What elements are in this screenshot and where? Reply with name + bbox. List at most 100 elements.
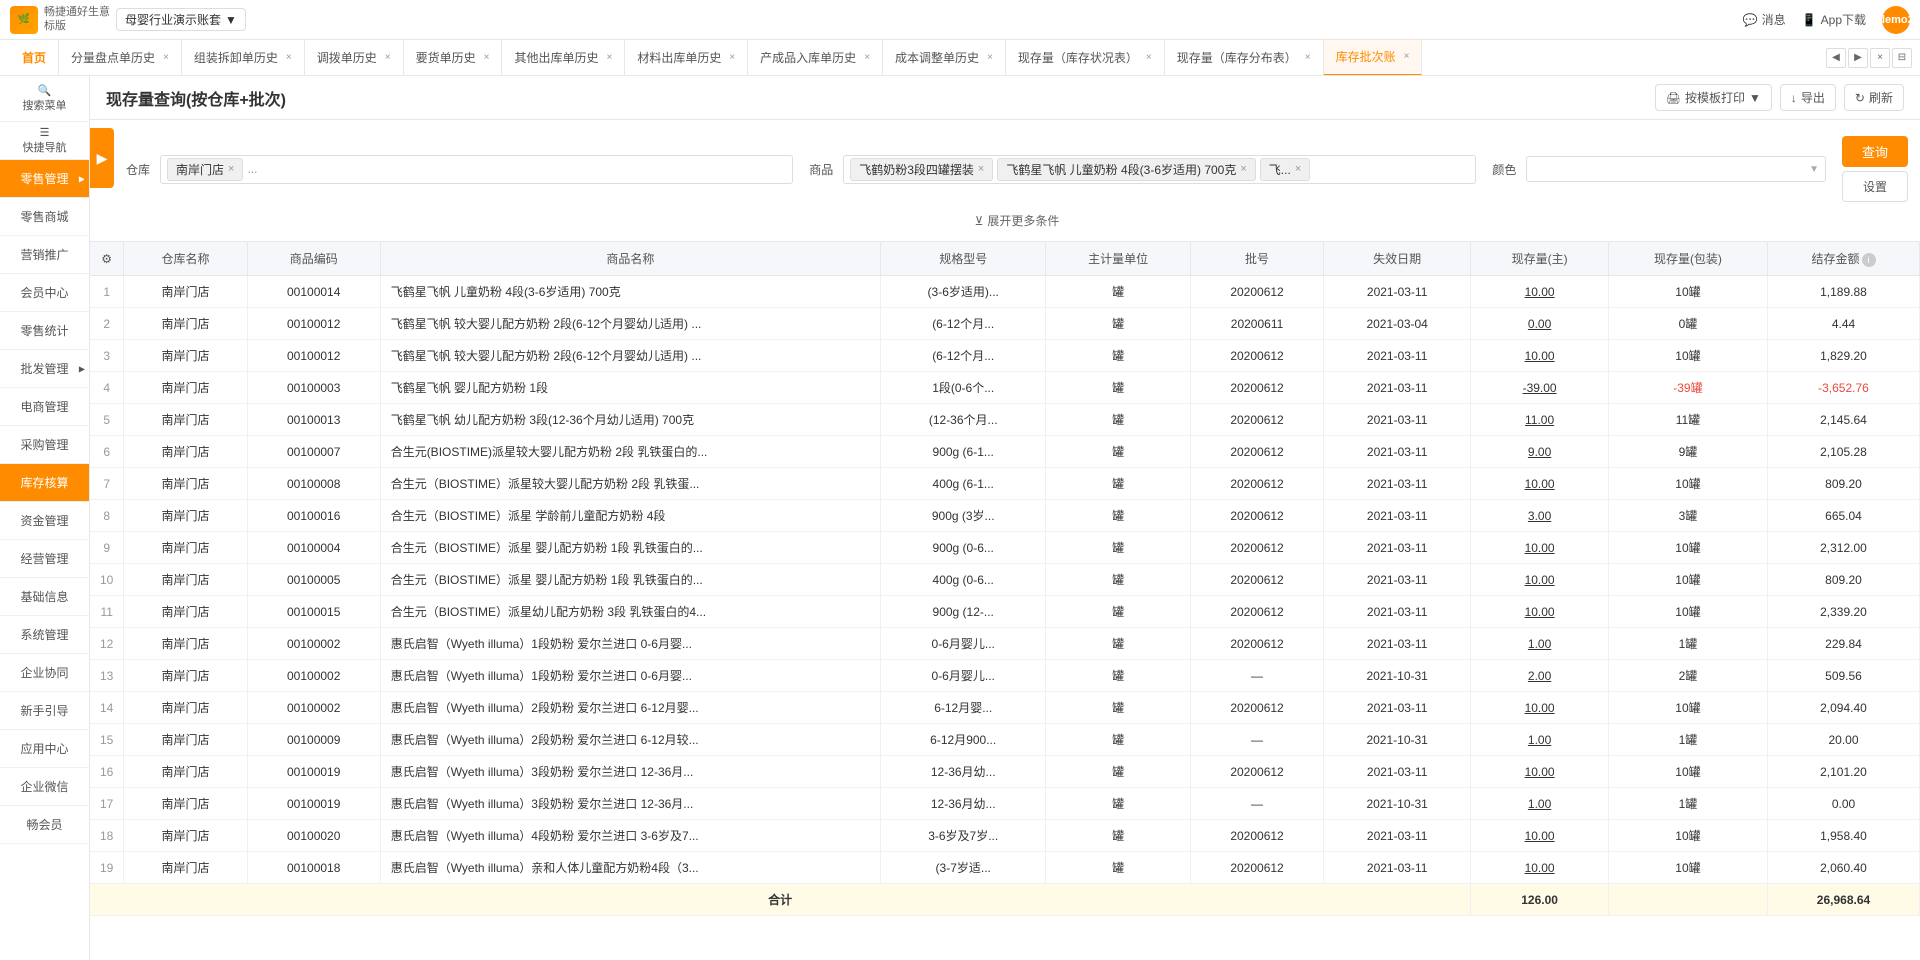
sidebar-item-basics[interactable]: 基础信息 [0,578,89,616]
sidebar-item-appstore[interactable]: 应用中心 [0,730,89,768]
warehouse-tag[interactable]: 南岸门店 × [167,158,243,181]
cell-qty-main[interactable]: 1.00 [1471,724,1609,756]
info-icon[interactable]: i [1862,253,1876,267]
sidebar-item-member2[interactable]: 畅会员 [0,806,89,844]
cell-qty-main[interactable]: 10.00 [1471,756,1609,788]
sidebar-item-inventory[interactable]: 库存核算 [0,464,89,502]
sidebar-quick-nav[interactable]: ☰ 快捷导航 [0,122,89,160]
product-tag-2[interactable]: 飞鹤星飞帆 儿童奶粉 4段(3-6岁适用) 700克 × [997,158,1255,181]
filter-more-dots[interactable]: ... [247,162,257,176]
product-tag-container[interactable]: 飞鹤奶粉3段四罐摆装 × 飞鹤星飞帆 儿童奶粉 4段(3-6岁适用) 700克 … [843,155,1476,184]
tab-cheng-ben[interactable]: 成本调整单历史 × [883,40,1006,76]
tab-xian-cun-kf[interactable]: 现存量（库存分布表） × [1165,40,1324,76]
cell-qty-main[interactable]: 1.00 [1471,788,1609,820]
close-icon[interactable]: × [1404,51,1410,62]
tab-fen-pan[interactable]: 分量盘点单历史 × [59,40,182,76]
close-icon[interactable]: × [163,52,169,63]
cell-qty-main[interactable]: 10.00 [1471,276,1609,308]
gear-icon[interactable]: ⚙ [101,252,112,266]
close-icon[interactable]: × [286,52,292,63]
cell-qty-main[interactable]: 1.00 [1471,628,1609,660]
cell-qty-main[interactable]: 0.00 [1471,308,1609,340]
template-print-button[interactable]: 🖨 按模板打印 ▼ [1655,84,1772,111]
cell-qty-main[interactable]: 10.00 [1471,852,1609,884]
close-icon[interactable]: × [987,52,993,63]
refresh-button[interactable]: ↻ 刷新 [1844,84,1904,111]
cell-qty-main[interactable]: 10.00 [1471,820,1609,852]
export-button[interactable]: ↓ 导出 [1780,84,1836,111]
cell-qty-main[interactable]: 10.00 [1471,468,1609,500]
cell-qty-main[interactable]: 3.00 [1471,500,1609,532]
cell-qty-main[interactable]: 9.00 [1471,436,1609,468]
cell-qty-main[interactable]: 2.00 [1471,660,1609,692]
tab-home[interactable]: 首页 [10,40,59,76]
sidebar-item-enterprise[interactable]: 企业协同 [0,654,89,692]
message-button[interactable]: 💬 消息 [1743,11,1786,28]
tab-diao-bo[interactable]: 调拨单历史 × [305,40,404,76]
close-icon[interactable]: × [864,52,870,63]
tab-cai-liao[interactable]: 材料出库单历史 × [625,40,748,76]
sidebar-item-wholesale[interactable]: 批发管理 ▶ [0,350,89,388]
close-icon[interactable]: × [484,52,490,63]
sidebar-item-mall[interactable]: 零售商城 [0,198,89,236]
close-icon[interactable]: × [1146,52,1152,63]
close-icon[interactable]: × [385,52,391,63]
sidebar-item-guide[interactable]: 新手引导 [0,692,89,730]
table-row: 19 南岸门店 00100018 惠氏启智（Wyeth illuma）亲和人体儿… [90,852,1920,884]
account-selector[interactable]: 母婴行业演示账套 ▼ [116,8,246,31]
sidebar-search[interactable]: 🔍 搜索菜单 [0,76,89,122]
app-download-button[interactable]: 📱 App下载 [1802,11,1866,28]
filter-toggle-button[interactable]: ▶ [90,128,114,188]
sidebar-item-purchase[interactable]: 采购管理 [0,426,89,464]
tab-close-button[interactable]: × [1870,48,1890,68]
tab-chan-cheng[interactable]: 产成品入库单历史 × [748,40,883,76]
cell-warehouse: 南岸门店 [124,724,247,756]
tab-ku-cun[interactable]: 库存批次账 × [1324,40,1423,76]
tab-yao-huo[interactable]: 要货单历史 × [404,40,503,76]
cell-qty-main[interactable]: -39.00 [1471,372,1609,404]
close-icon[interactable]: × [1305,52,1311,63]
tab-menu-button[interactable]: ⊟ [1892,48,1912,68]
tab-prev-button[interactable]: ◀ [1826,48,1846,68]
cell-qty-main[interactable]: 10.00 [1471,340,1609,372]
expand-more-button[interactable]: ⊻ 展开更多条件 [126,208,1908,233]
user-menu[interactable]: demo2 [1882,6,1910,34]
sidebar-item-marketing[interactable]: 营销推广 [0,236,89,274]
cell-spec: (3-6岁适用)... [881,276,1046,308]
tab-qi-ta[interactable]: 其他出库单历史 × [502,40,625,76]
tag-close-icon[interactable]: × [1240,163,1246,175]
close-icon[interactable]: × [729,52,735,63]
cell-qty-main[interactable]: 11.00 [1471,404,1609,436]
product-tag-1[interactable]: 飞鹤奶粉3段四罐摆装 × [850,158,993,181]
product-tag-3[interactable]: 飞... × [1260,158,1310,181]
query-button[interactable]: 查询 [1842,136,1908,167]
tab-zu-zhuang[interactable]: 组装拆卸单历史 × [182,40,305,76]
cell-warehouse: 南岸门店 [124,468,247,500]
sidebar-item-system[interactable]: 系统管理 [0,616,89,654]
sidebar-item-retail-stats[interactable]: 零售统计 [0,312,89,350]
sidebar-item-operations[interactable]: 经营管理 [0,540,89,578]
cell-qty-main[interactable]: 10.00 [1471,692,1609,724]
sidebar-item-wechat[interactable]: 企业微信 [0,768,89,806]
warehouse-tag-container[interactable]: 南岸门店 × ... [160,155,793,184]
close-icon[interactable]: × [606,52,612,63]
sidebar-item-ecommerce[interactable]: 电商管理 [0,388,89,426]
cell-qty-main[interactable]: 10.00 [1471,564,1609,596]
sidebar-item-member[interactable]: 会员中心 [0,274,89,312]
cell-qty-main[interactable]: 10.00 [1471,532,1609,564]
logo-area: 🌿 畅捷通好生意 标版 母婴行业演示账套 ▼ [10,6,246,34]
tag-close-icon[interactable]: × [978,163,984,175]
tag-close-icon[interactable]: × [1295,163,1301,175]
cell-code: 00100008 [247,468,380,500]
tag-close-icon[interactable]: × [228,163,234,175]
cell-qty-main[interactable]: 10.00 [1471,596,1609,628]
top-right-actions: 💬 消息 📱 App下载 demo2 [1743,6,1910,34]
row-num: 7 [90,468,124,500]
total-qty-pkg [1608,884,1767,916]
cell-spec: 0-6月婴儿... [881,660,1046,692]
sidebar-item-finance[interactable]: 资金管理 [0,502,89,540]
sidebar-item-retail[interactable]: 零售管理 ▶ [0,160,89,198]
tab-xian-cun-kz[interactable]: 现存量（库存状况表） × [1006,40,1165,76]
tab-next-button[interactable]: ▶ [1848,48,1868,68]
settings-button[interactable]: 设置 [1842,171,1908,202]
